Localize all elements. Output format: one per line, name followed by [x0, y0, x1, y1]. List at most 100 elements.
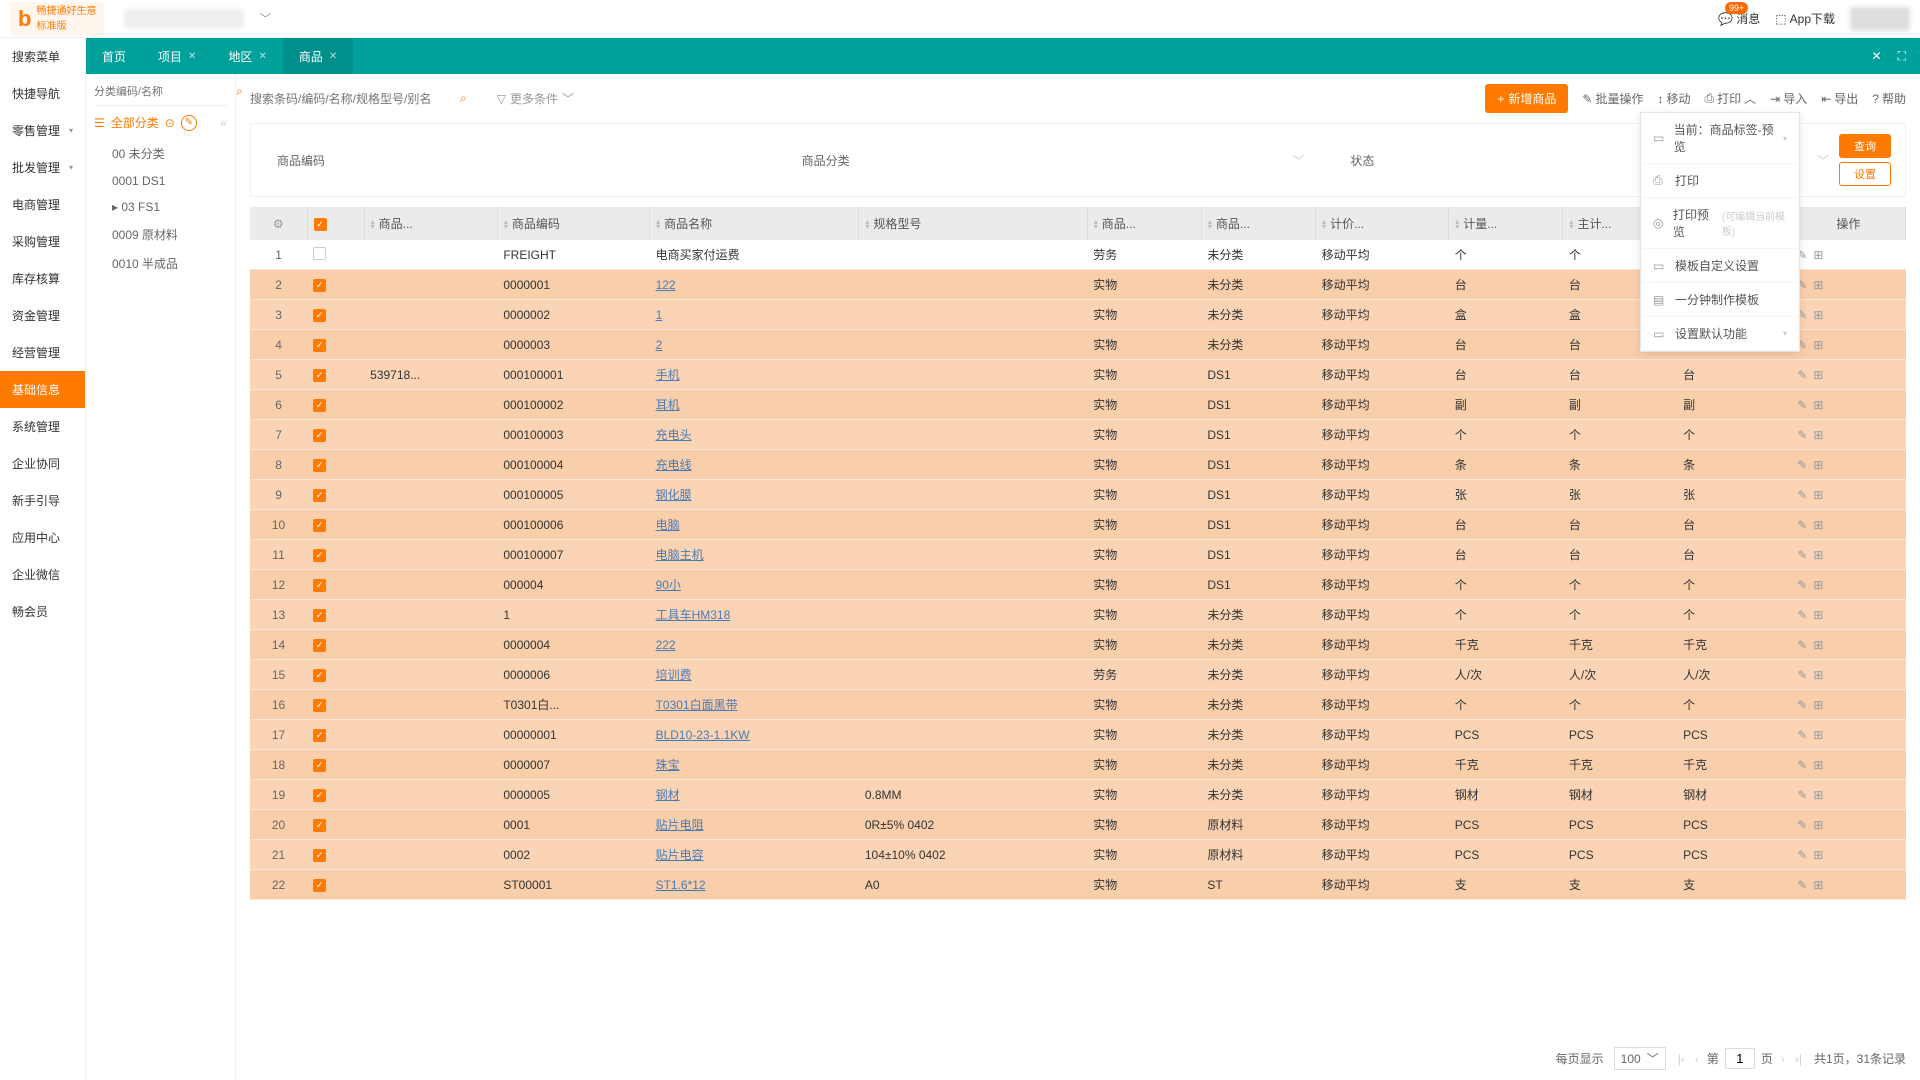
tree-node[interactable]: 00 未分类 — [94, 139, 227, 168]
filter-category-input[interactable] — [858, 147, 1285, 173]
sort-icon[interactable]: ▴▾ — [865, 220, 869, 230]
product-name-link[interactable]: 充电头 — [656, 428, 692, 442]
tab[interactable]: 地区✕ — [212, 38, 282, 74]
more-icon[interactable]: ⊞ — [1813, 758, 1823, 772]
sidebar-item[interactable]: 基础信息 — [0, 371, 85, 408]
checkbox[interactable]: ✓ — [313, 639, 326, 652]
product-name-link[interactable]: 珠宝 — [656, 758, 680, 772]
edit-icon[interactable]: ✎ — [1797, 398, 1807, 412]
table-row[interactable]: 10 ✓ 000100006 电脑 实物 DS1 移动平均 台 台 台 ✎⊞ — [250, 510, 1906, 540]
table-row[interactable]: 13 ✓ 1 工具车HM318 实物 未分类 移动平均 个 个 个 ✎⊞ — [250, 600, 1906, 630]
product-name-link[interactable]: T0301白面黑带 — [656, 698, 738, 712]
more-icon[interactable]: ⊞ — [1813, 518, 1823, 532]
close-icon[interactable]: ✕ — [1868, 45, 1886, 68]
checkbox[interactable]: ✓ — [313, 849, 326, 862]
product-name-link[interactable]: 贴片电阻 — [656, 818, 704, 832]
product-name-link[interactable]: 工具车HM318 — [656, 608, 731, 622]
settings-button[interactable]: 设置 — [1839, 162, 1891, 186]
checkbox[interactable]: ✓ — [313, 309, 326, 322]
tab[interactable]: 首页 — [86, 38, 142, 74]
product-name-link[interactable]: 90小 — [656, 578, 681, 592]
sidebar-item[interactable]: 采购管理 — [0, 223, 85, 260]
more-icon[interactable]: ⊞ — [1813, 878, 1823, 892]
table-row[interactable]: 5 ✓ 539718... 000100001 手机 实物 DS1 移动平均 台… — [250, 360, 1906, 390]
checkbox[interactable]: ✓ — [313, 789, 326, 802]
move-button[interactable]: ↕移动 — [1657, 90, 1690, 107]
edit-icon[interactable]: ✎ — [1797, 848, 1807, 862]
more-icon[interactable]: ⊞ — [1813, 818, 1823, 832]
sort-icon[interactable]: ▴▾ — [1208, 220, 1212, 230]
product-name-link[interactable]: BLD10-23-1.1KW — [656, 728, 750, 742]
avatar[interactable] — [1850, 7, 1910, 31]
dd-current-template[interactable]: ▭当前：商品标签-预览▾ — [1641, 113, 1799, 164]
product-name-link[interactable]: 耳机 — [656, 398, 680, 412]
prev-page-button[interactable]: ‹ — [1693, 1050, 1701, 1068]
tree-node[interactable]: 0010 半成品 — [94, 249, 227, 278]
product-name-link[interactable]: 222 — [656, 638, 676, 652]
table-row[interactable]: 16 ✓ T0301白... T0301白面黑带 实物 未分类 移动平均 个 个… — [250, 690, 1906, 720]
sidebar-item[interactable]: 畅会员 — [0, 593, 85, 630]
messages-link[interactable]: 💬 消息 99+ — [1718, 10, 1760, 27]
tree-node[interactable]: 0009 原材料 — [94, 220, 227, 249]
edit-icon[interactable]: ✎ — [1797, 488, 1807, 502]
table-row[interactable]: 12 ✓ 000004 90小 实物 DS1 移动平均 个 个 个 ✎⊞ — [250, 570, 1906, 600]
sidebar-item[interactable]: 库存核算 — [0, 260, 85, 297]
chevron-down-icon[interactable]: ﹀ — [1292, 152, 1304, 169]
checkbox-all[interactable]: ✓ — [314, 218, 327, 231]
product-name-link[interactable]: 培训费 — [656, 668, 692, 682]
more-icon[interactable]: ⊞ — [1813, 668, 1823, 682]
sort-icon[interactable]: ▴▾ — [1322, 220, 1326, 230]
table-row[interactable]: 9 ✓ 000100005 钢化膜 实物 DS1 移动平均 张 张 张 ✎⊞ — [250, 480, 1906, 510]
edit-icon[interactable]: ✎ — [1797, 668, 1807, 682]
more-icon[interactable]: ⊞ — [1813, 338, 1823, 352]
table-row[interactable]: 22 ✓ ST00001 ST1.6*12 A0 实物 ST 移动平均 支 支 … — [250, 870, 1906, 900]
sort-icon[interactable]: ▴▾ — [1455, 220, 1459, 230]
more-icon[interactable]: ⊞ — [1813, 548, 1823, 562]
dd-custom[interactable]: ▭模板自定义设置 — [1641, 249, 1799, 283]
search-icon[interactable]: ⌕ — [460, 91, 467, 106]
more-icon[interactable]: ⊞ — [1813, 488, 1823, 502]
page-input[interactable] — [1725, 1048, 1755, 1069]
edit-icon[interactable]: ✎ — [1797, 578, 1807, 592]
close-icon[interactable]: ✕ — [329, 51, 337, 62]
checkbox[interactable]: ✓ — [313, 549, 326, 562]
sidebar-item[interactable]: 零售管理▾ — [0, 112, 85, 149]
product-name-link[interactable]: ST1.6*12 — [656, 878, 706, 892]
sort-icon[interactable]: ▴▾ — [504, 220, 508, 230]
checkbox[interactable]: ✓ — [313, 399, 326, 412]
checkbox[interactable]: ✓ — [313, 819, 326, 832]
table-row[interactable]: 15 ✓ 0000006 培训费 劳务 未分类 移动平均 人/次 人/次 人/次… — [250, 660, 1906, 690]
query-button[interactable]: 查询 — [1839, 134, 1891, 158]
tab[interactable]: 项目✕ — [142, 38, 212, 74]
edit-icon[interactable]: ✎ — [1797, 638, 1807, 652]
filter-code-input[interactable] — [333, 147, 780, 173]
checkbox[interactable]: ✓ — [313, 759, 326, 772]
help-button[interactable]: ?帮助 — [1872, 90, 1906, 107]
product-name-link[interactable]: 充电线 — [656, 458, 692, 472]
search-input[interactable] — [250, 92, 450, 106]
checkbox[interactable]: ✓ — [313, 579, 326, 592]
product-name-link[interactable]: 电脑主机 — [656, 548, 704, 562]
more-filter-link[interactable]: ▽ 更多条件 ﹀ — [497, 90, 574, 107]
sidebar-item[interactable]: 资金管理 — [0, 297, 85, 334]
more-icon[interactable]: ⊞ — [1813, 788, 1823, 802]
edit-icon[interactable]: ✎ — [1797, 608, 1807, 622]
collapse-icon[interactable]: « — [220, 116, 227, 130]
sidebar-item[interactable]: 批发管理▾ — [0, 149, 85, 186]
org-selector-blurred[interactable] — [124, 9, 244, 29]
sort-icon[interactable]: ▴▾ — [1569, 220, 1573, 230]
product-name-link[interactable]: 贴片电容 — [656, 848, 704, 862]
last-page-button[interactable]: ›| — [1793, 1050, 1804, 1068]
product-name-link[interactable]: 电脑 — [656, 518, 680, 532]
sidebar-item[interactable]: 企业微信 — [0, 556, 85, 593]
edit-icon[interactable]: ✎ — [1797, 518, 1807, 532]
per-page-select[interactable]: 100﹀ — [1614, 1047, 1666, 1070]
close-icon[interactable]: ✕ — [188, 51, 196, 62]
product-name-link[interactable]: 1 — [656, 308, 663, 322]
fullscreen-icon[interactable]: ⛶ — [1894, 45, 1910, 68]
more-icon[interactable]: ⊞ — [1813, 278, 1823, 292]
first-page-button[interactable]: |‹ — [1676, 1050, 1687, 1068]
edit-icon[interactable]: ✎ — [1797, 788, 1807, 802]
edit-icon[interactable]: ✎ — [1797, 458, 1807, 472]
table-row[interactable]: 11 ✓ 000100007 电脑主机 实物 DS1 移动平均 台 台 台 ✎⊞ — [250, 540, 1906, 570]
